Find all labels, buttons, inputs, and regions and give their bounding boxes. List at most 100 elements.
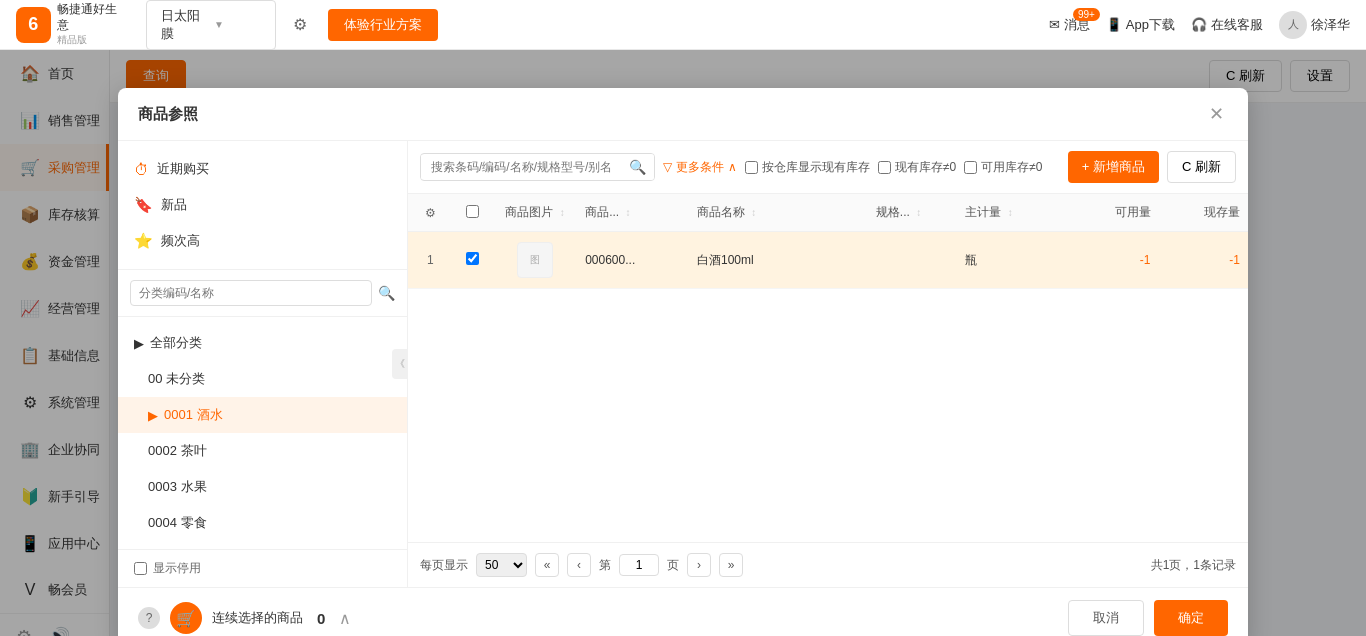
nav-frequent[interactable]: ⭐ 频次高 (118, 223, 407, 259)
category-snacks[interactable]: 0004 零食 (118, 505, 407, 541)
cart-text: 连续选择的商品 (212, 609, 303, 627)
cancel-btn[interactable]: 取消 (1068, 600, 1144, 636)
logo-area: 6 畅捷通好生意 精品版 (16, 2, 126, 47)
cart-collapse-btn[interactable]: ∧ (339, 609, 351, 628)
cart-btn[interactable]: 🛒 (170, 602, 202, 634)
warehouse-check-label: 按仓库显示现有库存 (762, 159, 870, 176)
product-search-bar: 🔍 (420, 153, 655, 181)
category-liquor[interactable]: ▶ 0001 酒水 (118, 397, 407, 433)
add-product-btn[interactable]: + 新增商品 (1068, 151, 1159, 183)
table-header-row: ⚙ 商品图片 ↕ 商品... ↕ (408, 194, 1248, 232)
frequent-label: 频次高 (161, 232, 200, 250)
recent-label: 近期购买 (157, 160, 209, 178)
show-disabled-checkbox[interactable] (134, 562, 147, 575)
cat-snacks-label: 0004 零食 (148, 514, 207, 532)
page-prefix: 第 (599, 557, 611, 574)
col-header-stock: 现存量 (1159, 194, 1248, 232)
select-all-check[interactable] (466, 205, 479, 218)
first-page-btn[interactable]: « (535, 553, 559, 577)
cat-liquor-label: 0001 酒水 (164, 406, 223, 424)
panel-collapse-btn[interactable]: 《 (392, 349, 408, 379)
left-panel-nav: ⏱ 近期购买 🔖 新品 ⭐ 频次高 (118, 141, 407, 270)
col-header-code[interactable]: 商品... ↕ (577, 194, 689, 232)
nav-recent-purchase[interactable]: ⏱ 近期购买 (118, 151, 407, 187)
next-page-btn[interactable]: › (687, 553, 711, 577)
warehouse-check[interactable] (745, 161, 758, 174)
message-icon: ✉ (1049, 17, 1060, 32)
row-unit: 瓶 (957, 232, 1046, 289)
category-all-label: 全部分类 (150, 334, 202, 352)
left-panel: ⏱ 近期购买 🔖 新品 ⭐ 频次高 (118, 141, 408, 587)
app-download-btn[interactable]: 📱 App下载 (1106, 16, 1175, 34)
avail-nonzero-check[interactable] (964, 161, 977, 174)
stock-nonzero-check[interactable] (878, 161, 891, 174)
nav-new-products[interactable]: 🔖 新品 (118, 187, 407, 223)
nav-right: ✉ 消息 99+ 📱 App下载 🎧 在线客服 人 徐泽华 (1049, 11, 1350, 39)
name-sort-icon: ↕ (751, 208, 756, 218)
filter-icon: ▽ (663, 160, 672, 174)
table-row[interactable]: 1 图 000600... 白酒100ml 瓶 -1 (408, 232, 1248, 289)
col-header-settings[interactable]: ⚙ (408, 194, 453, 232)
category-tea[interactable]: 0002 茶叶 (118, 433, 407, 469)
col-header-img: 商品图片 ↕ (493, 194, 577, 232)
cat-tea-label: 0002 茶叶 (148, 442, 207, 460)
last-page-btn[interactable]: » (719, 553, 743, 577)
category-search-icon[interactable]: 🔍 (378, 285, 395, 301)
prev-page-btn[interactable]: ‹ (567, 553, 591, 577)
category-search-input[interactable] (130, 280, 372, 306)
col-header-name[interactable]: 商品名称 ↕ (689, 194, 868, 232)
category-tree: ▶ 全部分类 00 未分类 ▶ 0001 酒水 0002 茶叶 (118, 317, 407, 549)
top-nav: 6 畅捷通好生意 精品版 日太阳膜 ▼ ⚙ 体验行业方案 ✉ 消息 99+ 📱 … (0, 0, 1366, 50)
col-header-avail: 可用量 (1047, 194, 1159, 232)
filter-btn[interactable]: ▽ 更多条件 ∧ (663, 159, 737, 176)
logo-icon: 6 (16, 7, 51, 43)
modal-close-button[interactable]: ✕ (1204, 102, 1228, 126)
row-img: 图 (493, 232, 577, 289)
category-fruit[interactable]: 0003 水果 (118, 469, 407, 505)
online-service-btn[interactable]: 🎧 在线客服 (1191, 16, 1263, 34)
col-header-check (453, 194, 493, 232)
message-badge: 99+ (1073, 8, 1100, 21)
new-label: 新品 (161, 196, 187, 214)
product-image: 图 (517, 242, 553, 278)
code-sort-icon: ↕ (626, 208, 631, 218)
page-input[interactable] (619, 554, 659, 576)
check-avail-nonzero: 可用库存≠0 (964, 159, 1042, 176)
col-header-spec[interactable]: 规格... ↕ (868, 194, 957, 232)
product-search-input[interactable] (421, 155, 621, 179)
nav-selector[interactable]: 日太阳膜 ▼ (146, 0, 276, 50)
gear-button[interactable]: ⚙ (284, 9, 316, 41)
img-sort-icon: ↕ (560, 208, 565, 218)
trial-btn[interactable]: 体验行业方案 (328, 9, 438, 41)
row-index: 1 (408, 232, 453, 289)
row-code: 000600... (577, 232, 689, 289)
footer-actions: 取消 确定 (1068, 600, 1228, 636)
row-check[interactable] (453, 232, 493, 289)
product-search-btn[interactable]: 🔍 (621, 154, 654, 180)
cat-liquor-arrow: ▶ (148, 408, 158, 423)
expand-icon: ▶ (134, 336, 144, 351)
modal-title: 商品参照 (138, 105, 1204, 124)
category-unclassified[interactable]: 00 未分类 (118, 361, 407, 397)
user-menu-btn[interactable]: 人 徐泽华 (1279, 11, 1350, 39)
unit-sort-icon: ↕ (1008, 208, 1013, 218)
help-icon[interactable]: ? (138, 607, 160, 629)
message-btn[interactable]: ✉ 消息 99+ (1049, 16, 1090, 34)
category-drinks[interactable]: 0005 饮料 (118, 541, 407, 549)
category-all[interactable]: ▶ 全部分类 (118, 325, 407, 361)
frequent-icon: ⭐ (134, 232, 153, 250)
modal-header: 商品参照 ✕ (118, 88, 1248, 141)
main-content: 查询 C 刷新 设置 商品参照 ✕ ⏱ 近期购买 (110, 50, 1366, 636)
pagination-bar: 每页显示 50 100 200 « ‹ 第 页 › » 共1页，1条记 (408, 542, 1248, 587)
cat-unclassified-label: 00 未分类 (148, 370, 205, 388)
left-panel-footer: 显示停用 (118, 549, 407, 587)
category-search-bar: 🔍 (118, 270, 407, 317)
confirm-btn[interactable]: 确定 (1154, 600, 1228, 636)
nav-selector-arrow-icon: ▼ (214, 19, 261, 30)
col-header-unit[interactable]: 主计量 ↕ (957, 194, 1046, 232)
user-avatar: 人 (1279, 11, 1307, 39)
check-stock-nonzero: 现有库存≠0 (878, 159, 956, 176)
row-checkbox[interactable] (466, 252, 479, 265)
refresh-product-btn[interactable]: C 刷新 (1167, 151, 1236, 183)
page-size-select[interactable]: 50 100 200 (476, 553, 527, 577)
